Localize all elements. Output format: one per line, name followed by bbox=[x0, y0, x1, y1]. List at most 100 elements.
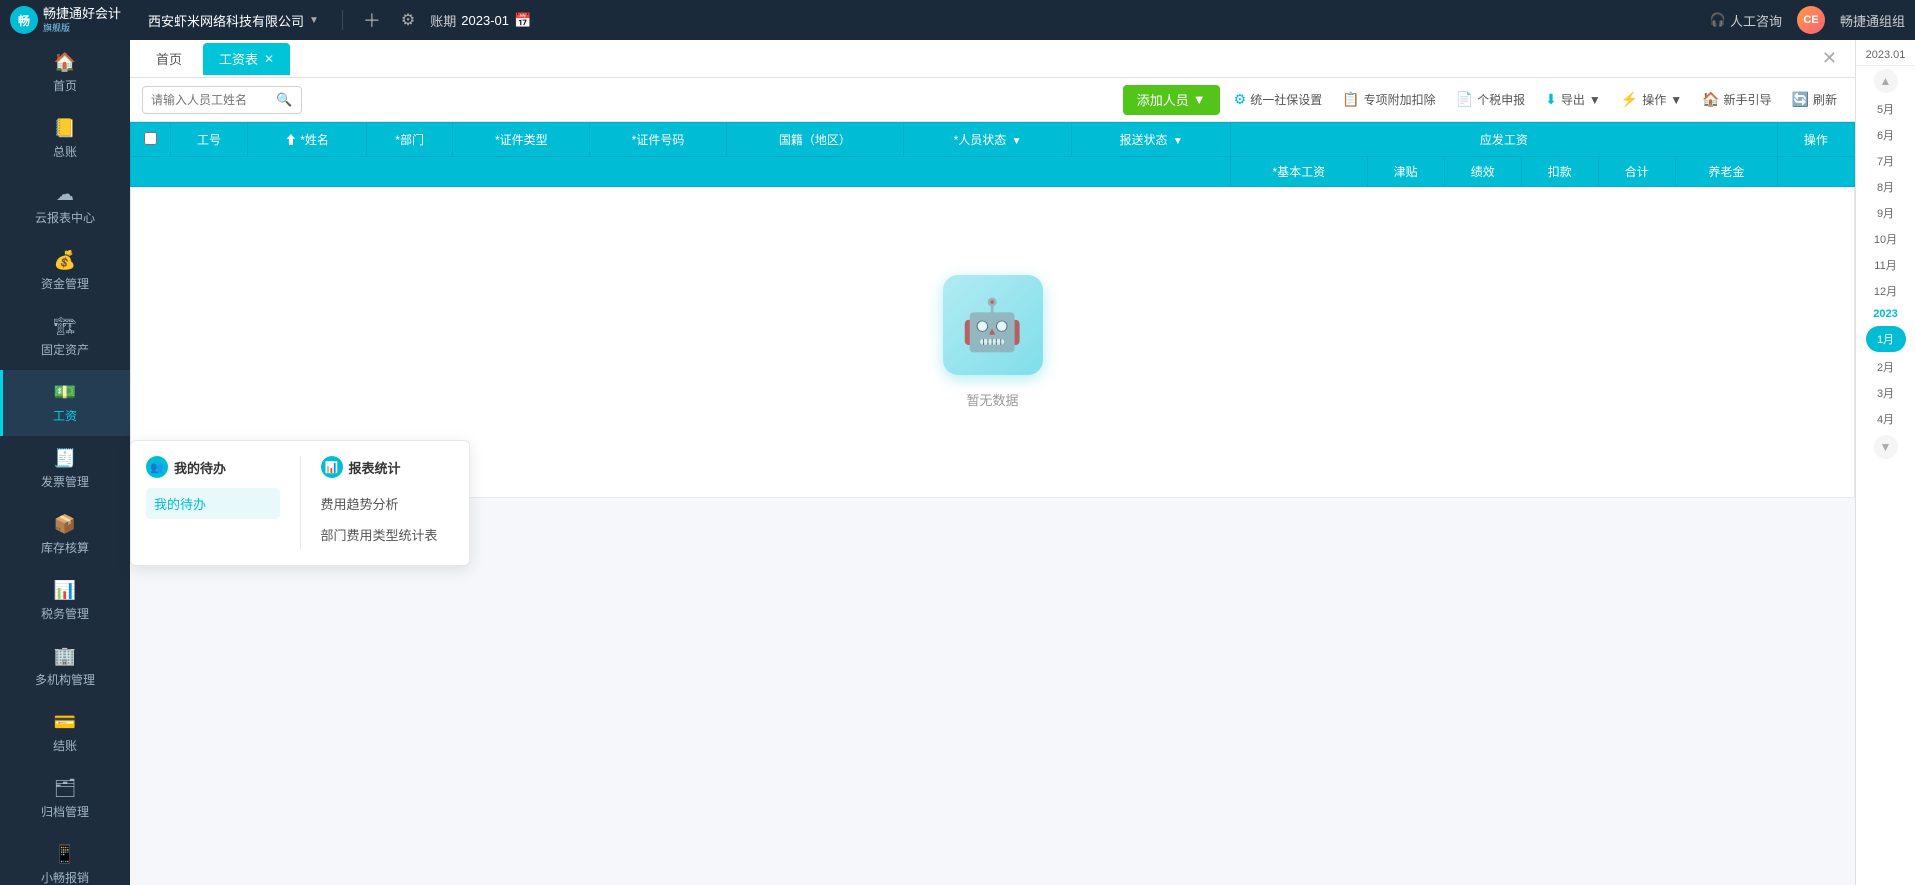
timeline-item-9[interactable]: 9月 bbox=[1856, 200, 1915, 226]
headset-icon: 🎧 bbox=[1710, 12, 1726, 28]
fixed-assets-label: 固定资产 bbox=[41, 341, 89, 358]
action-export[interactable]: ⬇ 导出 ▼ bbox=[1539, 91, 1607, 108]
sidebar-item-cloud-report[interactable]: ☁ 云报表中心 bbox=[0, 172, 130, 238]
export-icon: ⬇ bbox=[1545, 91, 1557, 108]
th-ops: 操作 bbox=[1777, 123, 1854, 157]
operations-arrow: ▼ bbox=[1670, 93, 1682, 107]
popup-cols: 👥 我的待办 我的待办 📊 报表统计 费用趋势分析 部门费用类型统计表 bbox=[146, 456, 454, 550]
export-arrow: ▼ bbox=[1589, 93, 1601, 107]
operations-label: 操作 bbox=[1642, 91, 1666, 108]
app-edition: 旗舰版 bbox=[43, 21, 121, 34]
sidebar-item-cash[interactable]: 💰资金管理 bbox=[0, 238, 130, 304]
sidebar-item-inventory[interactable]: 📦库存核算 bbox=[0, 502, 130, 568]
archive-icon: 🗂 bbox=[54, 778, 77, 799]
pending-header-label: 我的待办 bbox=[174, 458, 226, 477]
app-name: 畅捷通好会计 bbox=[43, 6, 121, 22]
sidebar-item-settlement[interactable]: 💳结账 bbox=[0, 700, 130, 766]
action-social-insurance[interactable]: ⚙ 统一社保设置 bbox=[1228, 91, 1329, 108]
salary-label: 工资 bbox=[53, 407, 77, 424]
search-box[interactable]: 🔍 bbox=[142, 86, 302, 114]
popup-item-expense-trend[interactable]: 费用趋势分析 bbox=[321, 488, 455, 519]
inventory-icon: 📦 bbox=[54, 514, 76, 535]
logo-icon: 畅 bbox=[10, 6, 38, 34]
invoice-icon: 🧾 bbox=[54, 448, 76, 469]
logo-area: 畅 畅捷通好会计 旗舰版 bbox=[10, 6, 130, 35]
sidebar-item-ledger[interactable]: 📒总账 bbox=[0, 106, 130, 172]
action-operations[interactable]: ⚡ 操作 ▼ bbox=[1615, 91, 1688, 108]
service-label: 人工咨询 bbox=[1730, 11, 1782, 30]
th-id: 工号 bbox=[171, 123, 248, 157]
toolbar: 🔍 添加人员 ▼ ⚙ 统一社保设置 📋 专项附加扣除 📄 个税申报 ⬇ 导出 bbox=[130, 78, 1855, 122]
sidebar-item-archive[interactable]: 🗂归档管理 bbox=[0, 766, 130, 832]
timeline-item-7[interactable]: 7月 bbox=[1856, 148, 1915, 174]
timeline-item-5[interactable]: 5月 bbox=[1856, 96, 1915, 122]
timeline-up-arrow[interactable]: ▲ bbox=[1874, 69, 1898, 93]
ledger-label: 总账 bbox=[53, 143, 77, 160]
th-action bbox=[1777, 157, 1854, 187]
user-avatar[interactable]: CE bbox=[1797, 6, 1825, 34]
th-pension: 养老金 bbox=[1675, 157, 1777, 187]
cloud-report-icon: ☁ bbox=[56, 184, 74, 205]
action-refresh[interactable]: 🔄 刷新 bbox=[1786, 91, 1843, 108]
refresh-label: 刷新 bbox=[1813, 91, 1837, 108]
timeline-item-10[interactable]: 10月 bbox=[1856, 226, 1915, 252]
action-special-deduction[interactable]: 📋 专项附加扣除 bbox=[1336, 91, 1441, 108]
timeline-down-arrow[interactable]: ▼ bbox=[1874, 435, 1898, 459]
cloud-report-label: 云报表中心 bbox=[35, 209, 95, 226]
tab-salary-close[interactable]: ✕ bbox=[264, 52, 274, 66]
top-header: 畅 畅捷通好会计 旗舰版 西安虾米网络科技有限公司 ▼ ＋ ⚙ 账期 2023-… bbox=[0, 0, 1915, 40]
report-header-label: 报表统计 bbox=[349, 458, 401, 477]
select-all-checkbox[interactable] bbox=[144, 132, 157, 145]
sidebar-item-salary[interactable]: 💵 工资 bbox=[0, 370, 130, 436]
company-selector[interactable]: 西安虾米网络科技有限公司 ▼ bbox=[140, 11, 327, 30]
pending-icon: 👥 bbox=[146, 456, 168, 478]
timeline-item-6[interactable]: 6月 bbox=[1856, 122, 1915, 148]
header-add-button[interactable]: ＋ bbox=[358, 7, 386, 33]
tab-home[interactable]: 首页 bbox=[140, 43, 198, 75]
salary-icon: 💵 bbox=[54, 382, 76, 403]
sidebar-item-tax[interactable]: 📊税务管理 bbox=[0, 568, 130, 634]
sidebar-item-multi-org[interactable]: 🏢多机构管理 bbox=[0, 634, 130, 700]
fixed-assets-icon: 🏗 bbox=[54, 316, 77, 337]
timeline-item-12[interactable]: 12月 bbox=[1856, 278, 1915, 304]
tab-salary[interactable]: 工资表 ✕ bbox=[203, 43, 290, 75]
sidebar-item-invoice[interactable]: 🧾发票管理 bbox=[0, 436, 130, 502]
action-tax-declaration[interactable]: 📄 个税申报 bbox=[1450, 91, 1531, 108]
th-checkbox[interactable] bbox=[131, 123, 171, 157]
close-window-button[interactable]: ✕ bbox=[1814, 48, 1845, 69]
company-dropdown-arrow: ▼ bbox=[309, 15, 319, 26]
operations-icon: ⚡ bbox=[1621, 91, 1638, 108]
popup-report-header: 📊 报表统计 bbox=[321, 456, 455, 478]
header-settings-icon[interactable]: ⚙ bbox=[396, 10, 420, 30]
sidebar-item-home[interactable]: 🏠首页 bbox=[0, 40, 130, 106]
user-name: 畅捷通组组 bbox=[1840, 11, 1905, 30]
action-new-guide[interactable]: 🏠 新手引导 bbox=[1696, 91, 1777, 108]
search-input[interactable] bbox=[151, 93, 271, 107]
special-deduction-label: 专项附加扣除 bbox=[1364, 91, 1436, 108]
add-people-button[interactable]: 添加人员 ▼ bbox=[1123, 85, 1220, 115]
tax-declaration-icon: 📄 bbox=[1456, 91, 1473, 108]
service-button[interactable]: 🎧 人工咨询 bbox=[1710, 11, 1782, 30]
new-guide-label: 新手引导 bbox=[1724, 91, 1772, 108]
settlement-icon: 💳 bbox=[54, 712, 76, 733]
multi-org-icon: 🏢 bbox=[54, 646, 76, 667]
social-insurance-label: 统一社保设置 bbox=[1250, 91, 1322, 108]
home-icon: 🏠 bbox=[54, 52, 76, 73]
add-people-arrow: ▼ bbox=[1193, 92, 1206, 107]
popup-item-my-todo[interactable]: 我的待办 bbox=[146, 488, 280, 519]
tax-icon: 📊 bbox=[54, 580, 76, 601]
sidebar-item-xiaochang[interactable]: 📱小畅报销 bbox=[0, 832, 130, 885]
popup-item-dept-expense[interactable]: 部门费用类型统计表 bbox=[321, 519, 455, 550]
timeline-item-4[interactable]: 4月 bbox=[1856, 406, 1915, 432]
timeline-item-8[interactable]: 8月 bbox=[1856, 174, 1915, 200]
th-deduction: 扣款 bbox=[1521, 157, 1598, 187]
timeline-item-1-current[interactable]: 1月 bbox=[1866, 326, 1906, 352]
timeline-item-3[interactable]: 3月 bbox=[1856, 380, 1915, 406]
tax-declaration-label: 个税申报 bbox=[1477, 91, 1525, 108]
timeline-item-2[interactable]: 2月 bbox=[1856, 354, 1915, 380]
tab-home-label: 首页 bbox=[156, 49, 182, 68]
timeline-year: 2023 bbox=[1873, 304, 1897, 324]
sidebar-item-fixed-assets[interactable]: 🏗 固定资产 bbox=[0, 304, 130, 370]
calendar-icon[interactable]: 📅 bbox=[514, 12, 531, 29]
timeline-item-11[interactable]: 11月 bbox=[1856, 252, 1915, 278]
